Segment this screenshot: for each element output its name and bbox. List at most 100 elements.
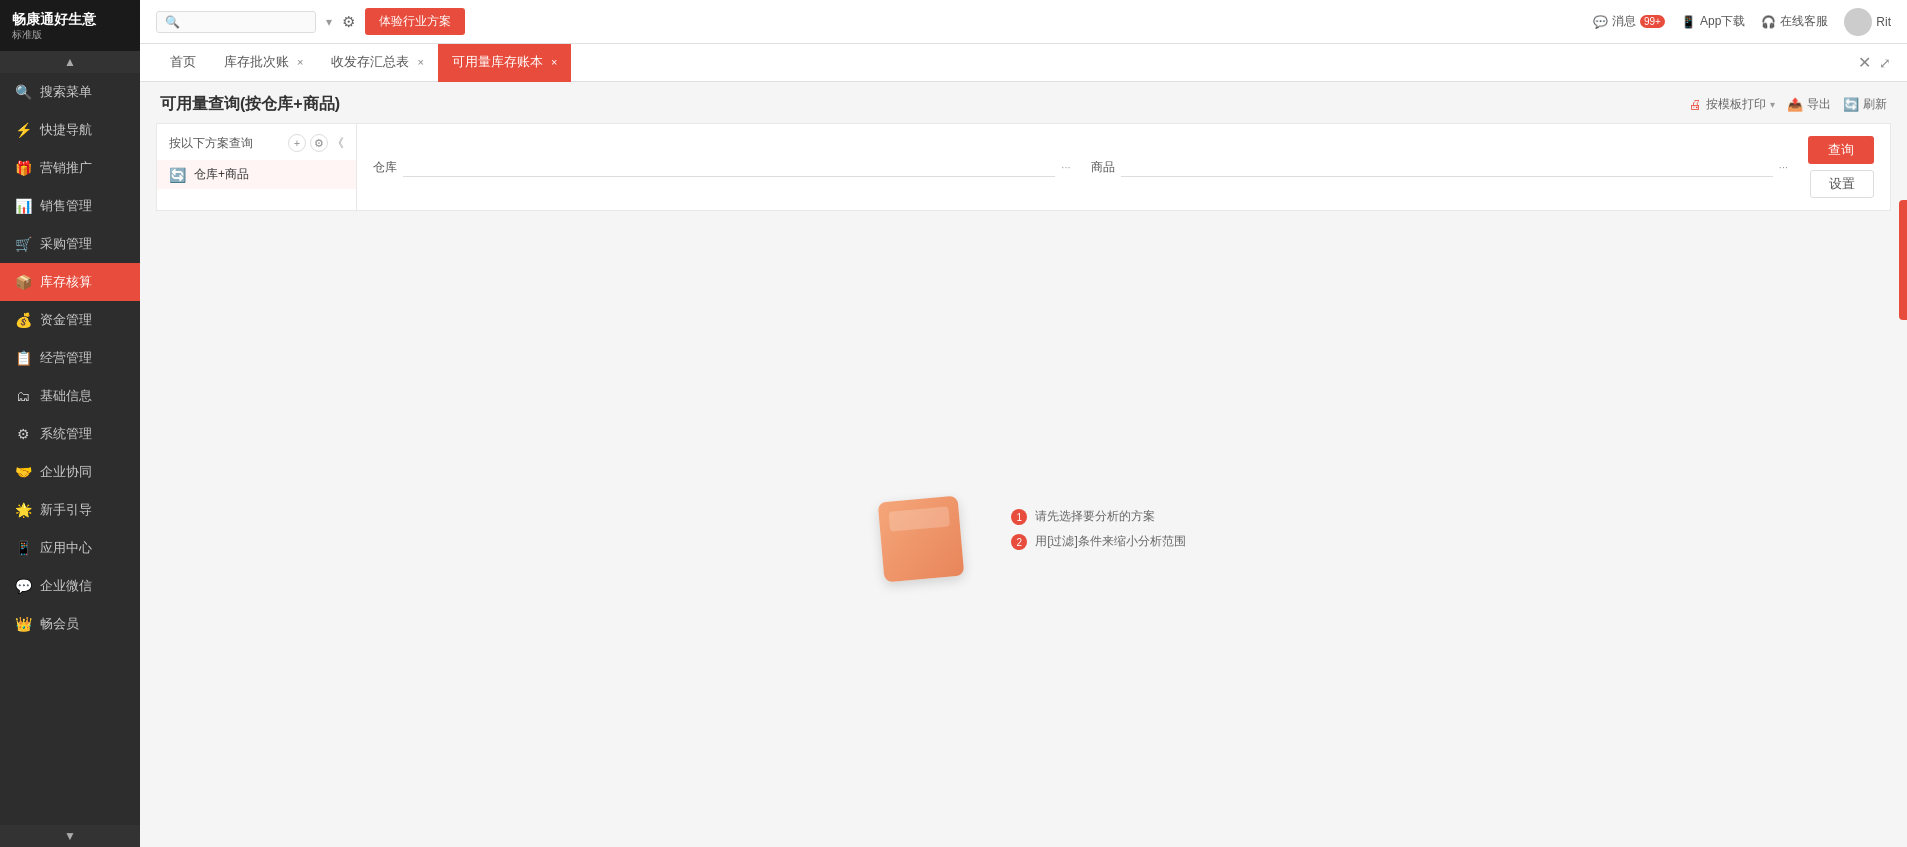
search-icon: 🔍 (165, 15, 180, 29)
sidebar-item-wechat[interactable]: 💬 企业微信 (0, 567, 140, 605)
warehouse-filter-group: 仓库 ··· (373, 158, 1071, 177)
sidebar-label-appstore: 应用中心 (40, 539, 92, 557)
refresh-btn[interactable]: 🔄 刷新 (1843, 96, 1887, 113)
sidebar-item-finance[interactable]: 💰 资金管理 (0, 301, 140, 339)
message-label: 消息 (1612, 13, 1636, 30)
page-title: 可用量查询(按仓库+商品) (160, 94, 340, 115)
messages-btn[interactable]: 💬 消息 99+ (1593, 13, 1665, 30)
sidebar-icon-appstore: 📱 (14, 540, 32, 556)
scroll-down-btn[interactable]: ▼ (0, 825, 140, 847)
step-2-text: 用[过滤]条件来缩小分析范围 (1035, 533, 1186, 550)
sidebar-item-enterprise[interactable]: 🤝企业协同 (0, 453, 140, 491)
sidebar-icon-operations: 📋 (14, 350, 32, 366)
sidebar-label-basic: 基础信息 (40, 387, 92, 405)
gear-icon[interactable]: ⚙ (342, 13, 355, 31)
tabs-bar: 首页 库存批次账 × 收发存汇总表 × 可用量库存账本 × ✕ ⤢ (140, 44, 1907, 82)
main-content: 🔍 ▾ ⚙ 体验行业方案 💬 消息 99+ 📱 App下载 🎧 在线客服 Rit (140, 0, 1907, 847)
sidebar-item-newbie[interactable]: 🌟新手引导 (0, 491, 140, 529)
sidebar-icon-system: ⚙ (14, 426, 32, 442)
page-header: 可用量查询(按仓库+商品) 🖨 按模板打印 ▾ 📤 导出 🔄 刷新 (140, 82, 1907, 123)
edition-label: 标准版 (12, 28, 128, 41)
sidebar-label-purchase: 采购管理 (40, 235, 92, 253)
tab-summary-close[interactable]: × (417, 56, 423, 68)
print-label: 按模板打印 (1706, 96, 1766, 113)
sidebar-item-system[interactable]: ⚙系统管理 (0, 415, 140, 453)
sidebar-icon-sales: 📊 (14, 198, 32, 214)
empty-step-2: 2 用[过滤]条件来缩小分析范围 (1011, 533, 1186, 550)
search-input[interactable] (186, 15, 286, 29)
add-scheme-btn[interactable]: + (288, 134, 306, 152)
sidebar-label-wechat: 企业微信 (40, 577, 92, 595)
scheme-warehouse-product[interactable]: 🔄 仓库+商品 (157, 160, 356, 189)
topbar: 🔍 ▾ ⚙ 体验行业方案 💬 消息 99+ 📱 App下载 🎧 在线客服 Rit (140, 0, 1907, 44)
sidebar-icon-quicknav: ⚡ (14, 122, 32, 138)
warehouse-more-btn[interactable]: ··· (1061, 161, 1070, 173)
window-close-btn[interactable]: ✕ (1858, 53, 1871, 72)
filter-scheme-title: 按以下方案查询 (169, 135, 253, 152)
sidebar-icon-finance: 💰 (14, 312, 32, 328)
sidebar-icon-newbie: 🌟 (14, 502, 32, 518)
product-more-btn[interactable]: ··· (1779, 161, 1788, 173)
user-avatar-area[interactable]: Rit (1844, 8, 1891, 36)
collapse-scheme-btn[interactable]: 《 (332, 135, 344, 152)
step-1-text: 请先选择要分析的方案 (1035, 508, 1155, 525)
dropdown-icon[interactable]: ▾ (326, 15, 332, 29)
tab-home[interactable]: 首页 (156, 44, 210, 82)
sidebar-item-appstore[interactable]: 📱 应用中心 (0, 529, 140, 567)
tab-available-close[interactable]: × (551, 56, 557, 68)
tabs-window-controls: ✕ ⤢ (1858, 53, 1891, 72)
sidebar-label-operations: 经营管理 (40, 349, 92, 367)
tab-batch-close[interactable]: × (297, 56, 303, 68)
sidebar-label-enterprise: 企业协同 (40, 463, 92, 481)
empty-box-icon (878, 496, 965, 583)
product-filter-group: 商品 ··· (1091, 158, 1789, 177)
step-2-num: 2 (1011, 534, 1027, 550)
sidebar-item-basic[interactable]: 🗂基础信息 (0, 377, 140, 415)
sidebar-item-purchase[interactable]: 🛒采购管理 (0, 225, 140, 263)
query-btn[interactable]: 查询 (1808, 136, 1874, 164)
warehouse-input[interactable] (403, 158, 1055, 177)
trial-btn[interactable]: 体验行业方案 (365, 8, 465, 35)
message-badge: 99+ (1640, 15, 1665, 28)
sidebar-item-inventory[interactable]: 📦库存核算 (0, 263, 140, 301)
sidebar-label-sales: 销售管理 (40, 197, 92, 215)
sidebar-item-operations[interactable]: 📋 经营管理 (0, 339, 140, 377)
sidebar-item-sales[interactable]: 📊 销售管理 (0, 187, 140, 225)
sidebar-label-member: 畅会员 (40, 615, 79, 633)
export-label: 导出 (1807, 96, 1831, 113)
tab-available[interactable]: 可用量库存账本 × (438, 44, 571, 82)
topbar-right: 💬 消息 99+ 📱 App下载 🎧 在线客服 Rit (1593, 8, 1891, 36)
app-download-btn[interactable]: 📱 App下载 (1681, 13, 1745, 30)
topbar-search-box[interactable]: 🔍 (156, 11, 316, 33)
print-dropdown-icon[interactable]: ▾ (1770, 99, 1775, 110)
service-label: 在线客服 (1780, 13, 1828, 30)
settings-scheme-btn[interactable]: ⚙ (310, 134, 328, 152)
sidebar-item-member[interactable]: 👑 畅会员 (0, 605, 140, 643)
sidebar-label-inventory: 库存核算 (40, 273, 92, 291)
sidebar-item-search[interactable]: 🔍搜索菜单 (0, 73, 140, 111)
scheme-label: 仓库+商品 (194, 166, 249, 183)
export-btn[interactable]: 📤 导出 (1787, 96, 1831, 113)
sidebar-icon-member: 👑 (14, 616, 32, 632)
filter-settings-btn[interactable]: 设置 (1810, 170, 1874, 198)
scroll-up-btn[interactable]: ▲ (0, 51, 140, 73)
tab-batch[interactable]: 库存批次账 × (210, 44, 317, 82)
sidebar-label-search: 搜索菜单 (40, 83, 92, 101)
sidebar-header: 畅康通好生意 标准版 (0, 0, 140, 51)
tab-summary[interactable]: 收发存汇总表 × (317, 44, 437, 82)
message-icon: 💬 (1593, 15, 1608, 29)
window-expand-btn[interactable]: ⤢ (1879, 55, 1891, 71)
sidebar-label-finance: 资金管理 (40, 311, 92, 329)
print-btn[interactable]: 🖨 按模板打印 ▾ (1689, 96, 1775, 113)
product-input[interactable] (1121, 158, 1773, 177)
online-service-btn[interactable]: 🎧 在线客服 (1761, 13, 1828, 30)
app-icon: 📱 (1681, 15, 1696, 29)
sidebar-item-marketing[interactable]: 🎁营销推广 (0, 149, 140, 187)
filter-area: 按以下方案查询 + ⚙ 《 🔄 仓库+商品 仓库 ··· (156, 123, 1891, 211)
sidebar-icon-wechat: 💬 (14, 578, 32, 594)
tab-batch-label: 库存批次账 (224, 53, 289, 71)
sidebar: 畅康通好生意 标准版 ▲ 🔍搜索菜单⚡快捷导航🎁营销推广 📊 销售管理 🛒采购管理📦库… (0, 0, 140, 847)
refresh-icon: 🔄 (1843, 97, 1859, 112)
user-name: Rit (1876, 15, 1891, 29)
sidebar-item-quicknav[interactable]: ⚡快捷导航 (0, 111, 140, 149)
